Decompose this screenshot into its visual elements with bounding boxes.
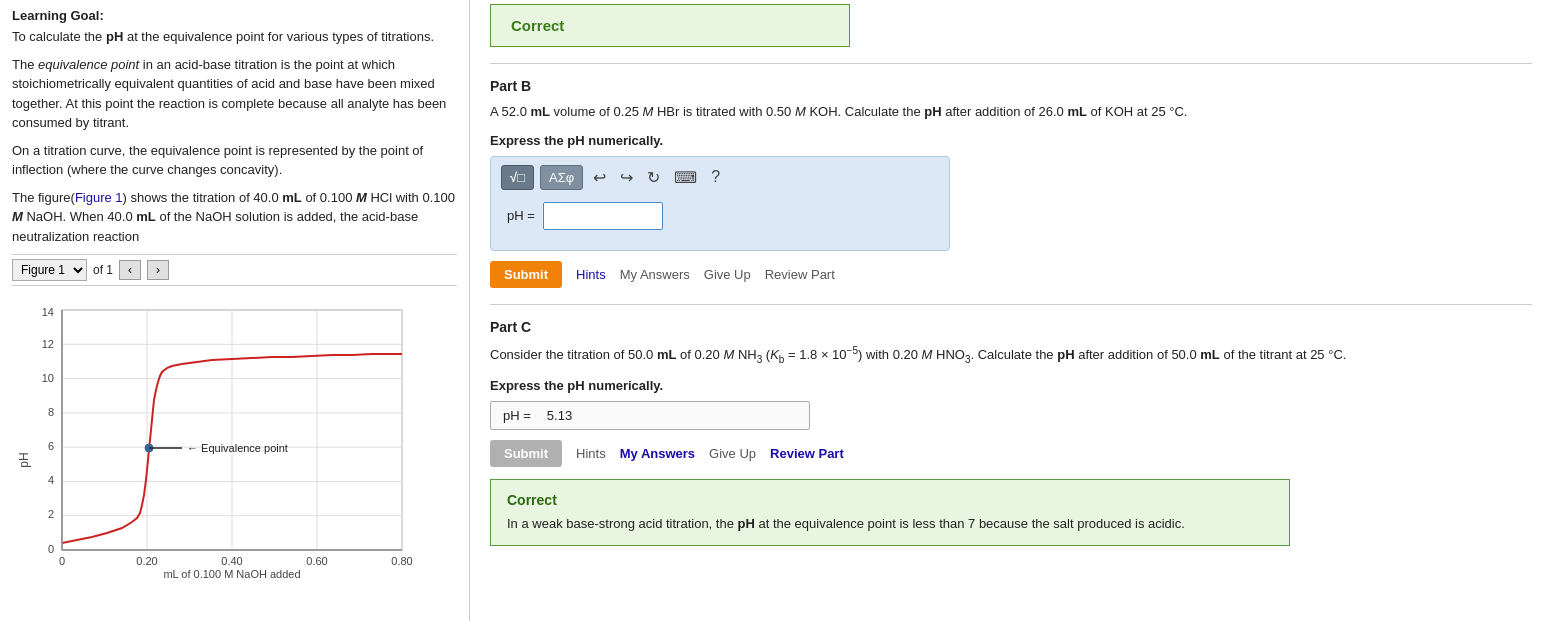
titration-chart: ← Equivalence point 0 2 4 6 8 10 12 14 0… [12,300,432,580]
part-b-math-toolbar: √□ ΑΣφ ↩ ↪ ↻ ⌨ ? pH = [490,156,950,251]
figure-of-label: of 1 [93,263,113,277]
part-c-ph-label: pH = [503,408,531,423]
part-b-give-up-label: Give Up [704,267,751,282]
part-c-correct-title: Correct [507,492,1273,508]
svg-text:4: 4 [48,474,54,486]
toolbar-undo-button[interactable]: ↩ [589,166,610,189]
part-b-express-label: Express the pH numerically. [490,133,1532,148]
paragraph2: On a titration curve, the equivalence po… [12,141,457,180]
svg-text:14: 14 [42,306,54,318]
figure-select[interactable]: Figure 1 [12,259,87,281]
toolbar-sqrt-button[interactable]: √□ [501,165,534,190]
svg-text:0: 0 [48,543,54,555]
part-c-title: Part C [490,319,1532,335]
part-b-title: Part B [490,78,1532,94]
part-c-submit-button: Submit [490,440,562,467]
part-b-my-answers-label: My Answers [620,267,690,282]
part-c-ph-row: pH = 5.13 [490,401,810,430]
figure-selector: Figure 1 of 1 ‹ › [12,254,457,286]
toolbar-refresh-button[interactable]: ↻ [643,166,664,189]
svg-text:6: 6 [48,440,54,452]
part-c-correct-text: In a weak base-strong acid titration, th… [507,514,1273,534]
svg-text:12: 12 [42,338,54,350]
part-b-ph-label: pH = [507,208,535,223]
toolbar-redo-button[interactable]: ↪ [616,166,637,189]
part-b-submit-button[interactable]: Submit [490,261,562,288]
part-a-correct-banner: Correct [490,4,850,47]
svg-text:0.20: 0.20 [136,555,157,567]
part-b-hints-link[interactable]: Hints [576,267,606,282]
svg-text:← Equivalence point: ← Equivalence point [187,442,288,454]
part-c-question: Consider the titration of 50.0 mL of 0.2… [490,343,1532,368]
part-c-action-row: Submit Hints My Answers Give Up Review P… [490,440,1532,467]
svg-text:10: 10 [42,372,54,384]
right-panel: Correct Part B A 52.0 mL volume of 0.25 … [470,0,1552,621]
toolbar-keyboard-button[interactable]: ⌨ [670,166,701,189]
svg-text:8: 8 [48,406,54,418]
paragraph1: The equivalence point in an acid-base ti… [12,55,457,133]
svg-text:pH: pH [17,452,31,467]
divider-2 [490,304,1532,305]
svg-text:2: 2 [48,508,54,520]
toolbar-row: √□ ΑΣφ ↩ ↪ ↻ ⌨ ? [501,165,939,190]
part-b-action-row: Submit Hints My Answers Give Up Review P… [490,261,1532,288]
toolbar-sigma-button[interactable]: ΑΣφ [540,165,583,190]
part-b-question: A 52.0 mL volume of 0.25 M HBr is titrat… [490,102,1532,123]
part-b-ph-input[interactable] [543,202,663,230]
part-b-review-part-label: Review Part [765,267,835,282]
figure1-link[interactable]: Figure 1 [75,190,123,205]
part-c-hints-label: Hints [576,446,606,461]
part-c-review-part-link[interactable]: Review Part [770,446,844,461]
part-c-express-label: Express the pH numerically. [490,378,1532,393]
svg-text:0.60: 0.60 [306,555,327,567]
part-c-my-answers-link[interactable]: My Answers [620,446,695,461]
part-c-ph-value: 5.13 [547,408,572,423]
svg-text:0.80: 0.80 [391,555,412,567]
svg-text:mL of 0.100 M NaOH added: mL of 0.100 M NaOH added [163,568,300,580]
part-c-give-up-label: Give Up [709,446,756,461]
correct-banner-text: Correct [511,17,564,34]
left-panel: Learning Goal: To calculate the pH at th… [0,0,470,621]
part-c-correct-box: Correct In a weak base-strong acid titra… [490,479,1290,547]
part-b-ph-row: pH = [507,202,933,230]
svg-text:0.40: 0.40 [221,555,242,567]
chart-container: ← Equivalence point 0 2 4 6 8 10 12 14 0… [12,294,457,589]
figure-next-button[interactable]: › [147,260,169,280]
part-b-section: Part B A 52.0 mL volume of 0.25 M HBr is… [490,78,1532,288]
svg-text:0: 0 [59,555,65,567]
paragraph3: The figure(Figure 1) shows the titration… [12,188,457,247]
divider-1 [490,63,1532,64]
figure-prev-button[interactable]: ‹ [119,260,141,280]
toolbar-help-button[interactable]: ? [707,166,724,188]
learning-goal-text: To calculate the pH at the equivalence p… [12,27,457,47]
learning-goal-heading: Learning Goal: [12,8,457,23]
part-c-section: Part C Consider the titration of 50.0 mL… [490,319,1532,546]
